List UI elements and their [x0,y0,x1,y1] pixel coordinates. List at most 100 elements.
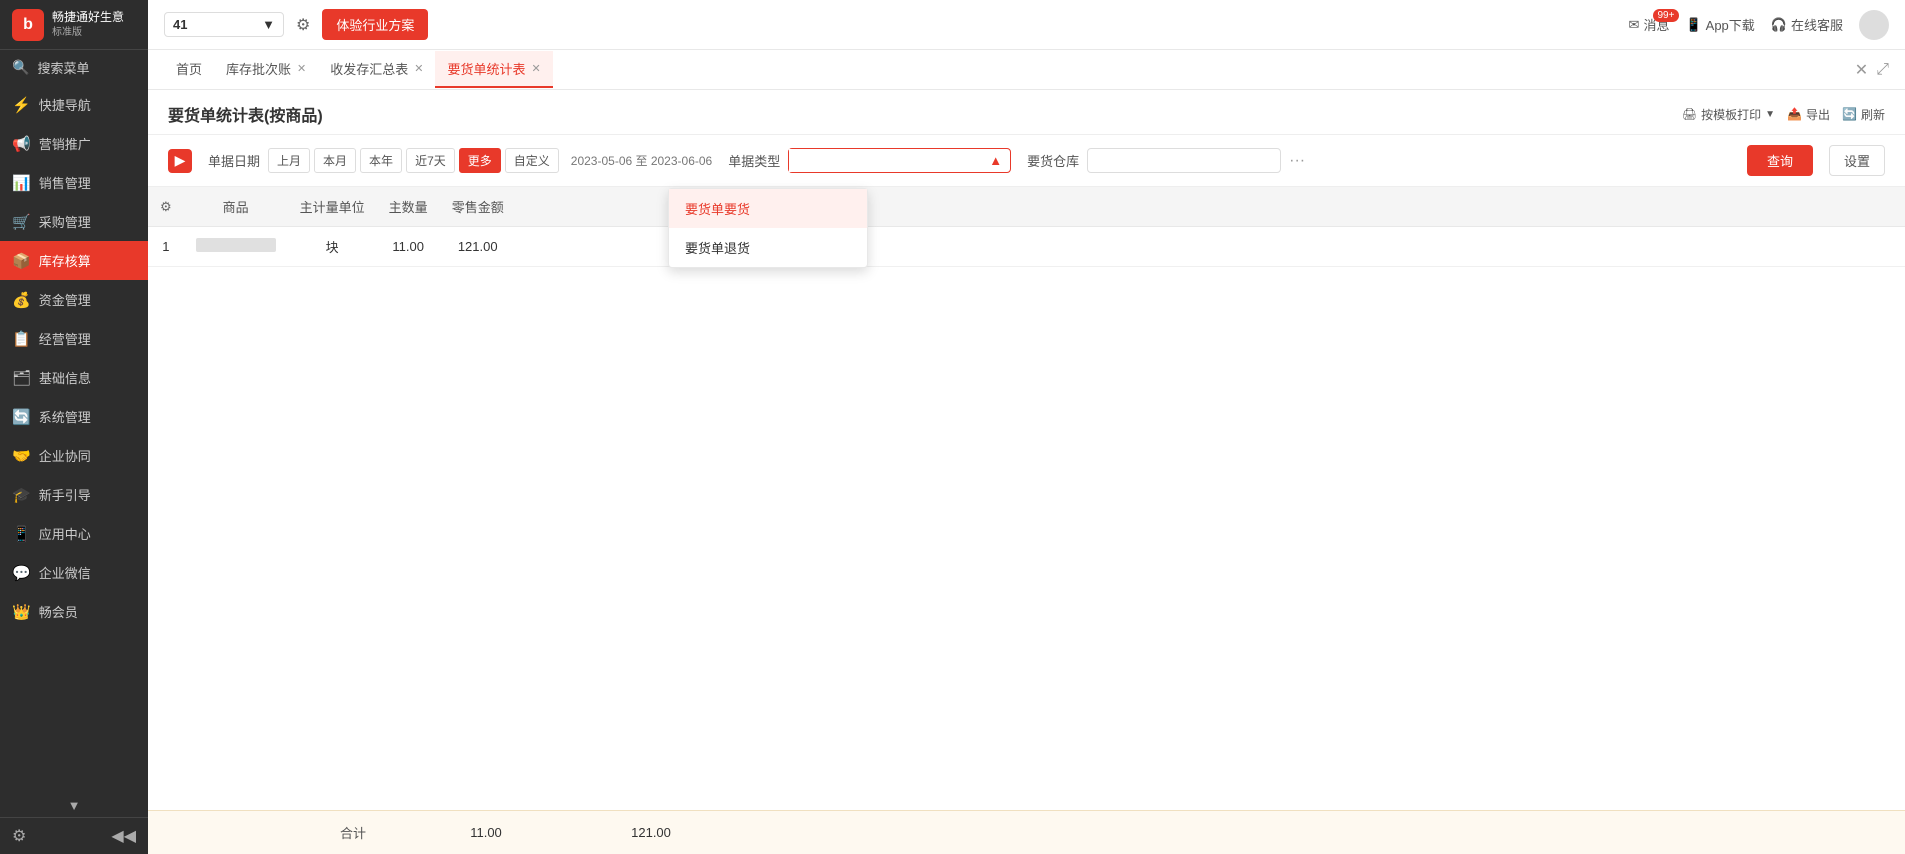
table-row: 1 块 11.00 121.00 [148,227,1905,267]
message-icon: ✉ [1629,17,1640,33]
data-table: ⚙ 商品 主计量单位 主数量 零售金额 1 块 11.00 121.00 [148,187,1905,267]
filter-type-input[interactable] [789,149,981,172]
filter-type-label: 单据类型 [728,151,780,170]
sidebar-item-operation[interactable]: 📋经营管理 [0,319,148,358]
page-title: 要货单统计表(按商品) [168,102,323,126]
th-amount: 零售金额 [440,187,516,227]
sidebar-item-basic[interactable]: 🗂基础信息 [0,358,148,397]
filter-more-dots[interactable]: ··· [1289,152,1305,170]
sidebar-item-enterprise[interactable]: 🤝企业协同 [0,436,148,475]
tab-receive-summary-label: 收发存汇总表 [330,59,408,78]
sidebar-scroll-down[interactable]: ▼ [0,794,148,817]
collapse-icon[interactable]: ◀◀ [111,826,136,846]
sidebar-item-finance[interactable]: 💰资金管理 [0,280,148,319]
tab-order-summary[interactable]: 要货单统计表 ✕ [435,51,552,88]
tab-close-all-icon[interactable]: ✕ [1855,60,1868,80]
sidebar-search[interactable]: 🔍 搜索菜单 [0,50,148,85]
headset-icon: 🎧 [1771,17,1787,33]
filter-this-month[interactable]: 本月 [314,148,356,173]
sidebar-item-label: 基础信息 [39,368,91,387]
print-btn[interactable]: 🖨 按模板打印 ▼ [1682,106,1775,123]
sidebar-item-label: 销售管理 [39,173,91,192]
tab-home[interactable]: 首页 [164,51,214,88]
summary-quantity: 11.00 [386,825,586,840]
filter-last-month[interactable]: 上月 [268,148,310,173]
messages-btn[interactable]: ✉ 消息 99+ [1629,15,1670,34]
member-icon: 👑 [12,603,31,621]
tab-expand-controls: ✕ ⤢ [1855,60,1889,80]
export-btn-label: 导出 [1806,106,1830,123]
sidebar-item-label: 系统管理 [39,407,91,426]
tab-order-summary-label: 要货单统计表 [447,59,525,78]
export-btn[interactable]: 📤 导出 [1787,106,1830,123]
app-download-btn[interactable]: 📱 App下载 [1685,15,1754,34]
tab-inventory-batch-label: 库存批次账 [226,59,291,78]
online-service-btn[interactable]: 🎧 在线客服 [1771,15,1843,34]
topbar-gear-icon[interactable]: ⚙ [296,15,310,35]
tab-receive-summary[interactable]: 收发存汇总表 ✕ [318,51,435,88]
company-selector-value: 41 [173,17,187,32]
filter-warehouse-group: 要货仓库 ··· [1027,148,1305,173]
filter-more[interactable]: 更多 [459,148,501,173]
filter-expand-btn[interactable]: ▶ [168,149,192,173]
topbar-left: 41 ▼ ⚙ 体验行业方案 [164,9,428,40]
dropdown-item-order-goods[interactable]: 要货单要货 [669,189,867,228]
cell-quantity: 11.00 [377,227,440,267]
sidebar-item-system[interactable]: 🔄系统管理 [0,397,148,436]
industry-btn[interactable]: 体验行业方案 [322,9,428,40]
sidebar-item-label: 资金管理 [39,290,91,309]
print-btn-label: 按模板打印 [1701,106,1761,123]
page-actions: 🖨 按模板打印 ▼ 📤 导出 🔄 刷新 [1682,106,1885,123]
sidebar-item-label: 库存核算 [39,251,91,270]
logo-subtitle: 标准版 [52,26,124,39]
filter-this-year[interactable]: 本年 [360,148,402,173]
tab-expand-icon[interactable]: ⤢ [1876,61,1889,79]
sidebar-item-purchase[interactable]: 🛒采购管理 [0,202,148,241]
operation-icon: 📋 [12,330,31,348]
tab-order-summary-close[interactable]: ✕ [532,62,541,75]
th-settings-icon[interactable]: ⚙ [160,199,172,214]
user-avatar[interactable] [1859,10,1889,40]
sidebar-item-guide[interactable]: 🎓新手引导 [0,475,148,514]
purchase-icon: 🛒 [12,213,31,231]
cell-amount: 121.00 [440,227,516,267]
filter-query-btn[interactable]: 查询 [1747,145,1813,176]
sidebar-item-marketing[interactable]: 📢营销推广 [0,124,148,163]
messages-badge: 99+ [1653,9,1680,22]
sidebar-item-inventory[interactable]: 📦库存核算 [0,241,148,280]
sidebar-item-quick-nav[interactable]: ⚡快捷导航 [0,85,148,124]
sidebar-bottom: ⚙ ◀◀ [0,817,148,854]
sidebar-item-wechat[interactable]: 💬企业微信 [0,553,148,592]
guide-icon: 🎓 [12,486,31,504]
filter-type-select[interactable]: ▲ [788,148,1011,173]
enterprise-icon: 🤝 [12,447,31,465]
sidebar-item-sales[interactable]: 📊 销售管理 [0,163,148,202]
settings-icon[interactable]: ⚙ [12,826,26,846]
filter-date-label: 单据日期 [208,151,260,170]
summary-label: 合计 [160,823,366,842]
dropdown-item-order-return[interactable]: 要货单退货 [669,228,867,267]
print-icon: 🖨 [1682,107,1697,121]
sidebar-item-member[interactable]: 👑畅会员 [0,592,148,631]
sidebar-item-app-center[interactable]: 📱应用中心 [0,514,148,553]
filter-warehouse-input[interactable] [1087,148,1281,173]
refresh-icon: 🔄 [1842,107,1857,121]
filter-settings-btn[interactable]: 设置 [1829,145,1885,176]
cell-unit: 块 [288,227,377,267]
th-product: 商品 [184,187,288,227]
sidebar-logo: b 畅捷通好生意 标准版 [0,0,148,50]
tab-inventory-batch-close[interactable]: ✕ [297,62,306,75]
filter-type-arrow[interactable]: ▲ [981,153,1010,168]
refresh-btn[interactable]: 🔄 刷新 [1842,106,1885,123]
tab-receive-summary-close[interactable]: ✕ [414,62,423,75]
filter-custom[interactable]: 自定义 [505,148,559,173]
filter-warehouse-label: 要货仓库 [1027,151,1079,170]
th-settings[interactable]: ⚙ [148,187,184,227]
filter-last-7-days[interactable]: 近7天 [406,148,455,173]
tab-inventory-batch[interactable]: 库存批次账 ✕ [214,51,318,88]
sidebar-item-label: 应用中心 [39,524,91,543]
company-selector[interactable]: 41 ▼ [164,12,284,37]
search-icon: 🔍 [12,59,29,76]
export-icon: 📤 [1787,107,1802,121]
sales-icon: 📊 [12,174,31,192]
